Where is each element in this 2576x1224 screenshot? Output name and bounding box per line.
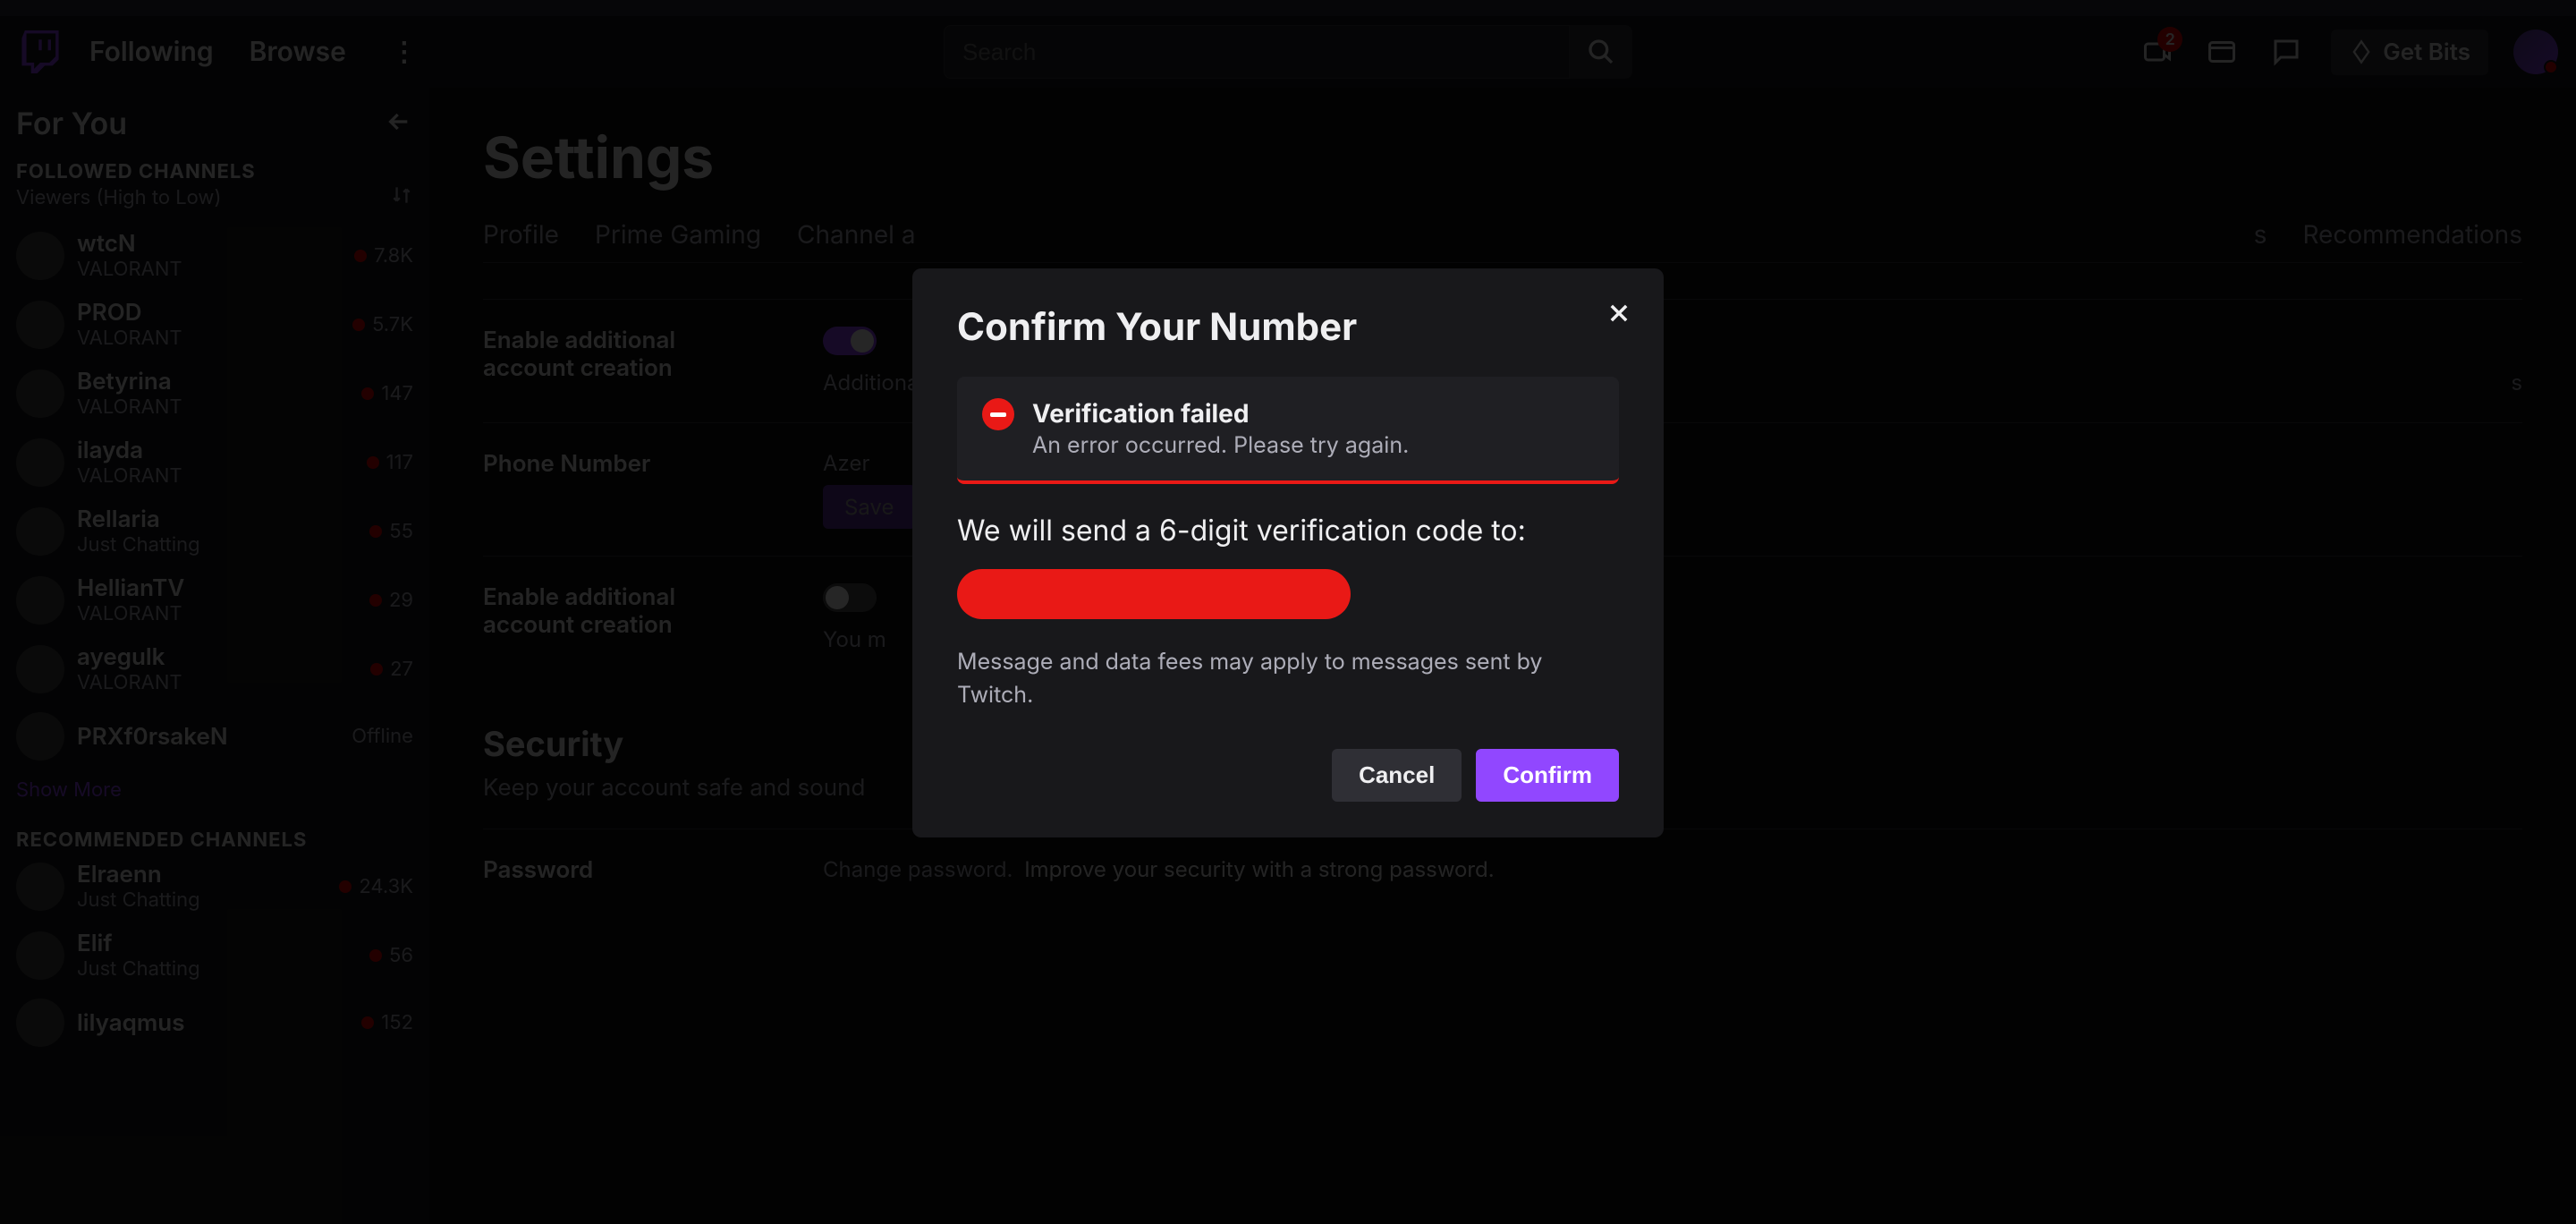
cancel-button[interactable]: Cancel [1332,749,1462,802]
redacted-phone-number [957,569,1351,619]
confirm-button[interactable]: Confirm [1476,749,1619,802]
modal-fine-print: Message and data fees may apply to messa… [957,646,1619,713]
verification-failed-alert: Verification failed An error occurred. P… [957,377,1619,484]
error-icon [982,398,1014,430]
alert-title: Verification failed [1032,398,1409,429]
confirm-number-modal: Confirm Your Number Verification failed … [912,268,1664,837]
close-icon[interactable] [1601,295,1637,331]
modal-title: Confirm Your Number [957,304,1619,350]
alert-message: An error occurred. Please try again. [1032,432,1409,459]
modal-overlay: Confirm Your Number Verification failed … [0,0,2576,1224]
modal-body-text: We will send a 6-digit verification code… [957,511,1619,551]
